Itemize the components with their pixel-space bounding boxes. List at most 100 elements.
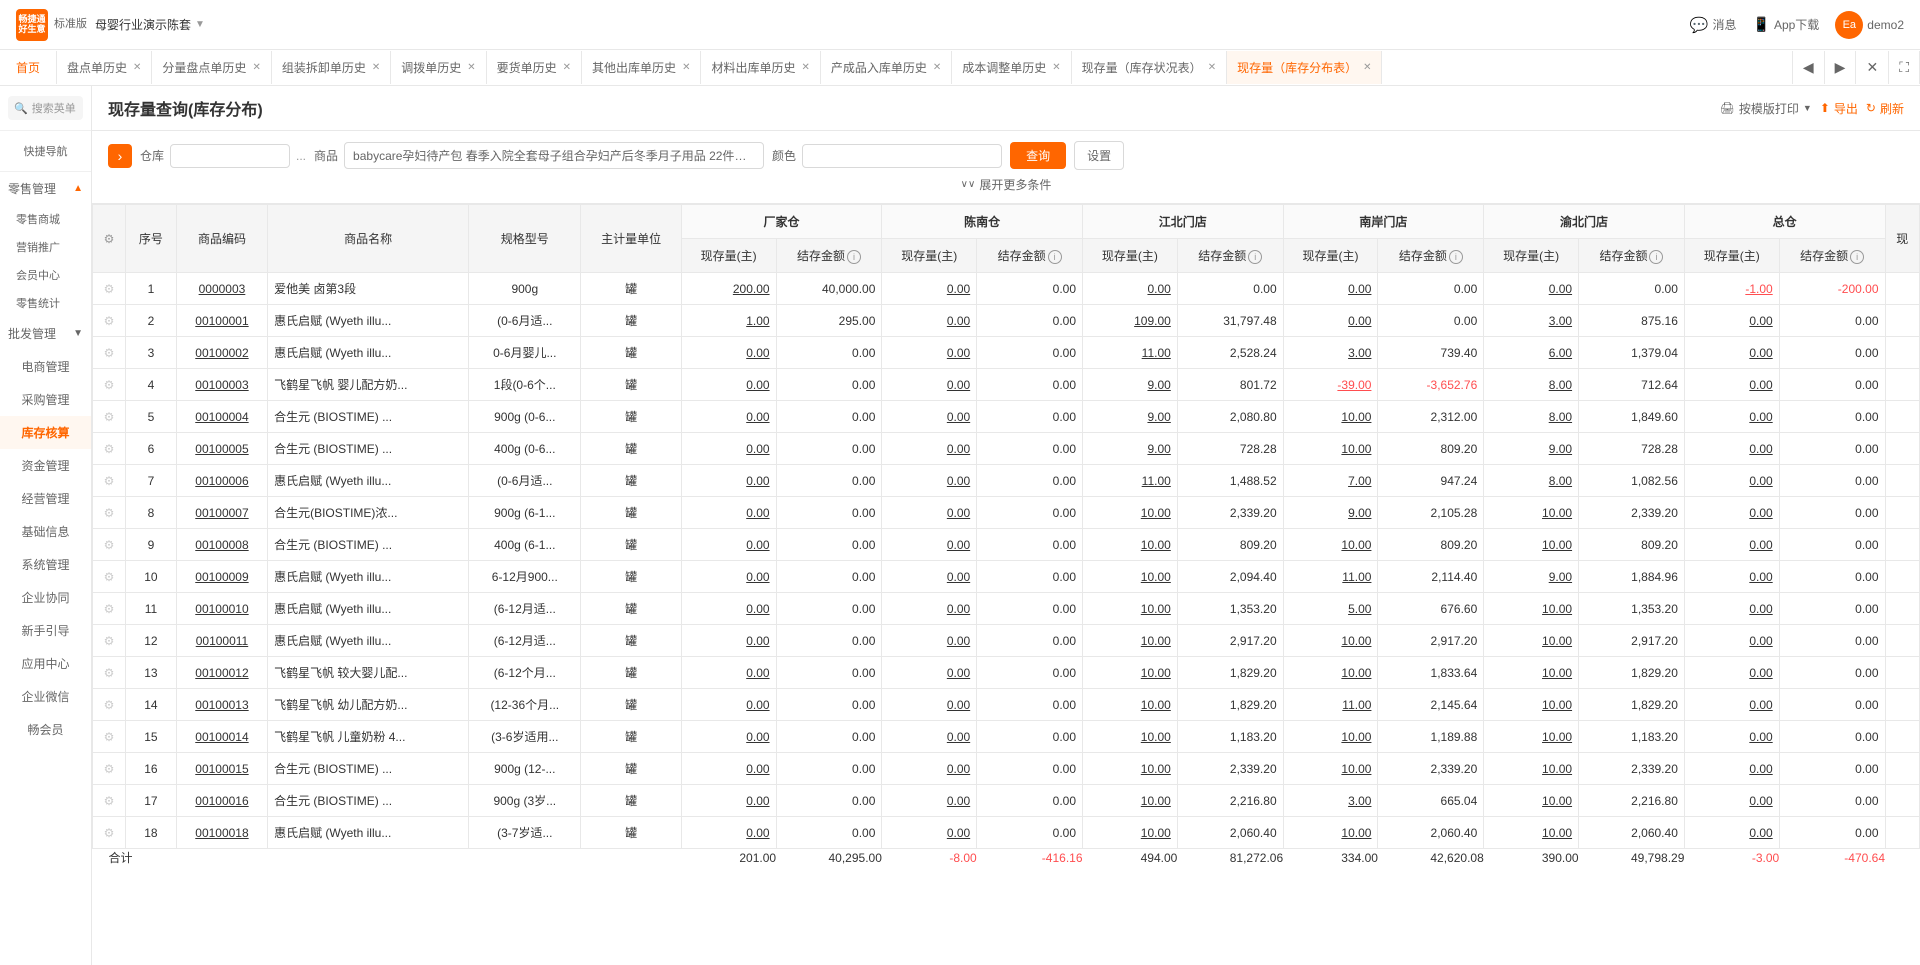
td-jiangbei-stock[interactable]: 10.00 (1083, 529, 1178, 561)
td-yubei-stock[interactable]: 9.00 (1484, 433, 1579, 465)
goods-input[interactable]: babycare孕妇待产包 春季入院全套母子组合孕妇产后冬季月子用品 22件套 … (344, 142, 764, 169)
td-total-stock[interactable]: 0.00 (1684, 785, 1779, 817)
td-total-stock[interactable]: 0.00 (1684, 369, 1779, 401)
tab-盘点单历史[interactable]: 盘点单历史 ✕ (57, 51, 152, 84)
tab-成本调整单历史[interactable]: 成本调整单历史 ✕ (952, 51, 1071, 84)
td-nanan-stock[interactable]: 0.00 (1283, 273, 1378, 305)
td-nanan-stock[interactable]: -39.00 (1283, 369, 1378, 401)
td-chennan-stock[interactable]: 0.00 (882, 497, 977, 529)
td-yubei-stock[interactable]: 10.00 (1484, 753, 1579, 785)
sidebar-item-零售商城[interactable]: 零售商城 (0, 205, 91, 233)
sidebar-item-企业微信[interactable]: 企业微信 (0, 680, 91, 713)
td-factory-stock[interactable]: 0.00 (681, 497, 776, 529)
nanan-amount-info[interactable]: i (1449, 250, 1463, 264)
td-total-stock[interactable]: 0.00 (1684, 689, 1779, 721)
td-jiangbei-stock[interactable]: 9.00 (1083, 433, 1178, 465)
tab-close-材料[interactable]: ✕ (801, 62, 809, 73)
td-settings[interactable]: ⚙ (93, 721, 126, 753)
td-factory-stock[interactable]: 0.00 (681, 465, 776, 497)
td-jiangbei-stock[interactable]: 10.00 (1083, 657, 1178, 689)
tab-close-要货[interactable]: ✕ (563, 62, 571, 73)
td-code[interactable]: 00100005 (176, 433, 267, 465)
td-factory-stock[interactable]: 0.00 (681, 689, 776, 721)
row-settings-icon[interactable]: ⚙ (104, 570, 115, 584)
td-settings[interactable]: ⚙ (93, 529, 126, 561)
row-settings-icon[interactable]: ⚙ (104, 602, 115, 616)
sidebar-item-应用中心[interactable]: 应用中心 (0, 647, 91, 680)
td-factory-stock[interactable]: 1.00 (681, 305, 776, 337)
td-code[interactable]: 00100011 (176, 625, 267, 657)
tab-close-分量[interactable]: ✕ (252, 62, 260, 73)
row-settings-icon[interactable]: ⚙ (104, 538, 115, 552)
tab-prev-btn[interactable]: ◀ (1793, 51, 1825, 84)
print-btn[interactable]: 🖨 按模版打印 ▼ (1720, 100, 1812, 117)
refresh-btn[interactable]: ↻ 刷新 (1866, 100, 1904, 117)
td-jiangbei-stock[interactable]: 11.00 (1083, 337, 1178, 369)
td-jiangbei-stock[interactable]: 10.00 (1083, 721, 1178, 753)
td-chennan-stock[interactable]: 0.00 (882, 433, 977, 465)
row-settings-icon[interactable]: ⚙ (104, 506, 115, 520)
td-total-stock[interactable]: 0.00 (1684, 817, 1779, 849)
td-chennan-stock[interactable]: 0.00 (882, 561, 977, 593)
td-jiangbei-stock[interactable]: 10.00 (1083, 785, 1178, 817)
td-yubei-stock[interactable]: 10.00 (1484, 625, 1579, 657)
td-total-stock[interactable]: 0.00 (1684, 433, 1779, 465)
sidebar-item-基础信息[interactable]: 基础信息 (0, 515, 91, 548)
td-factory-stock[interactable]: 200.00 (681, 273, 776, 305)
td-code[interactable]: 0000003 (176, 273, 267, 305)
td-yubei-stock[interactable]: 10.00 (1484, 529, 1579, 561)
td-jiangbei-stock[interactable]: 10.00 (1083, 497, 1178, 529)
td-total-stock[interactable]: 0.00 (1684, 753, 1779, 785)
td-code[interactable]: 00100014 (176, 721, 267, 753)
td-settings[interactable]: ⚙ (93, 625, 126, 657)
sidebar-item-零售统计[interactable]: 零售统计 (0, 289, 91, 317)
tab-close-all-btn[interactable]: ✕ (1856, 51, 1889, 84)
tab-close-状况表[interactable]: ✕ (1208, 62, 1216, 73)
td-code[interactable]: 00100004 (176, 401, 267, 433)
industry-dropdown[interactable]: 母婴行业演示陈套 ▼ (95, 16, 205, 33)
tab-close-组装[interactable]: ✕ (372, 62, 380, 73)
td-factory-stock[interactable]: 0.00 (681, 561, 776, 593)
td-settings[interactable]: ⚙ (93, 561, 126, 593)
td-factory-stock[interactable]: 0.00 (681, 657, 776, 689)
sidebar-item-电商管理[interactable]: 电商管理 (0, 350, 91, 383)
tab-组装拆卸单历史[interactable]: 组装拆卸单历史 ✕ (272, 51, 391, 84)
tab-产成品入库单历史[interactable]: 产成品入库单历史 ✕ (821, 51, 952, 84)
td-jiangbei-stock[interactable]: 10.00 (1083, 689, 1178, 721)
sidebar-item-会员中心[interactable]: 会员中心 (0, 261, 91, 289)
td-chennan-stock[interactable]: 0.00 (882, 689, 977, 721)
tab-调拨单历史[interactable]: 调拨单历史 ✕ (391, 51, 486, 84)
td-yubei-stock[interactable]: 10.00 (1484, 721, 1579, 753)
td-nanan-stock[interactable]: 10.00 (1283, 721, 1378, 753)
td-nanan-stock[interactable]: 11.00 (1283, 561, 1378, 593)
td-yubei-stock[interactable]: 10.00 (1484, 593, 1579, 625)
td-nanan-stock[interactable]: 10.00 (1283, 433, 1378, 465)
td-chennan-stock[interactable]: 0.00 (882, 721, 977, 753)
td-factory-stock[interactable]: 0.00 (681, 785, 776, 817)
td-code[interactable]: 00100006 (176, 465, 267, 497)
td-nanan-stock[interactable]: 10.00 (1283, 625, 1378, 657)
tab-close-调拨[interactable]: ✕ (467, 62, 475, 73)
td-code[interactable]: 00100013 (176, 689, 267, 721)
td-jiangbei-stock[interactable]: 10.00 (1083, 561, 1178, 593)
td-factory-stock[interactable]: 0.00 (681, 369, 776, 401)
td-factory-stock[interactable]: 0.00 (681, 753, 776, 785)
td-factory-stock[interactable]: 0.00 (681, 817, 776, 849)
td-yubei-stock[interactable]: 10.00 (1484, 817, 1579, 849)
chennan-amount-info[interactable]: i (1048, 250, 1062, 264)
td-jiangbei-stock[interactable]: 10.00 (1083, 817, 1178, 849)
td-nanan-stock[interactable]: 11.00 (1283, 689, 1378, 721)
td-jiangbei-stock[interactable]: 10.00 (1083, 625, 1178, 657)
row-settings-icon[interactable]: ⚙ (104, 762, 115, 776)
tab-fullscreen-btn[interactable]: ⛶ (1889, 51, 1920, 84)
tab-close-分布表[interactable]: ✕ (1363, 62, 1371, 73)
td-nanan-stock[interactable]: 7.00 (1283, 465, 1378, 497)
app-download-btn[interactable]: 📱 App下载 (1753, 16, 1820, 33)
td-total-stock[interactable]: 0.00 (1684, 721, 1779, 753)
tab-现存量库存状况表[interactable]: 现存量（库存状况表） ✕ (1072, 51, 1227, 84)
filter-toggle-btn[interactable]: › (108, 144, 132, 168)
row-settings-icon[interactable]: ⚙ (104, 698, 115, 712)
row-settings-icon[interactable]: ⚙ (104, 282, 115, 296)
td-chennan-stock[interactable]: 0.00 (882, 337, 977, 369)
td-yubei-stock[interactable]: 8.00 (1484, 369, 1579, 401)
